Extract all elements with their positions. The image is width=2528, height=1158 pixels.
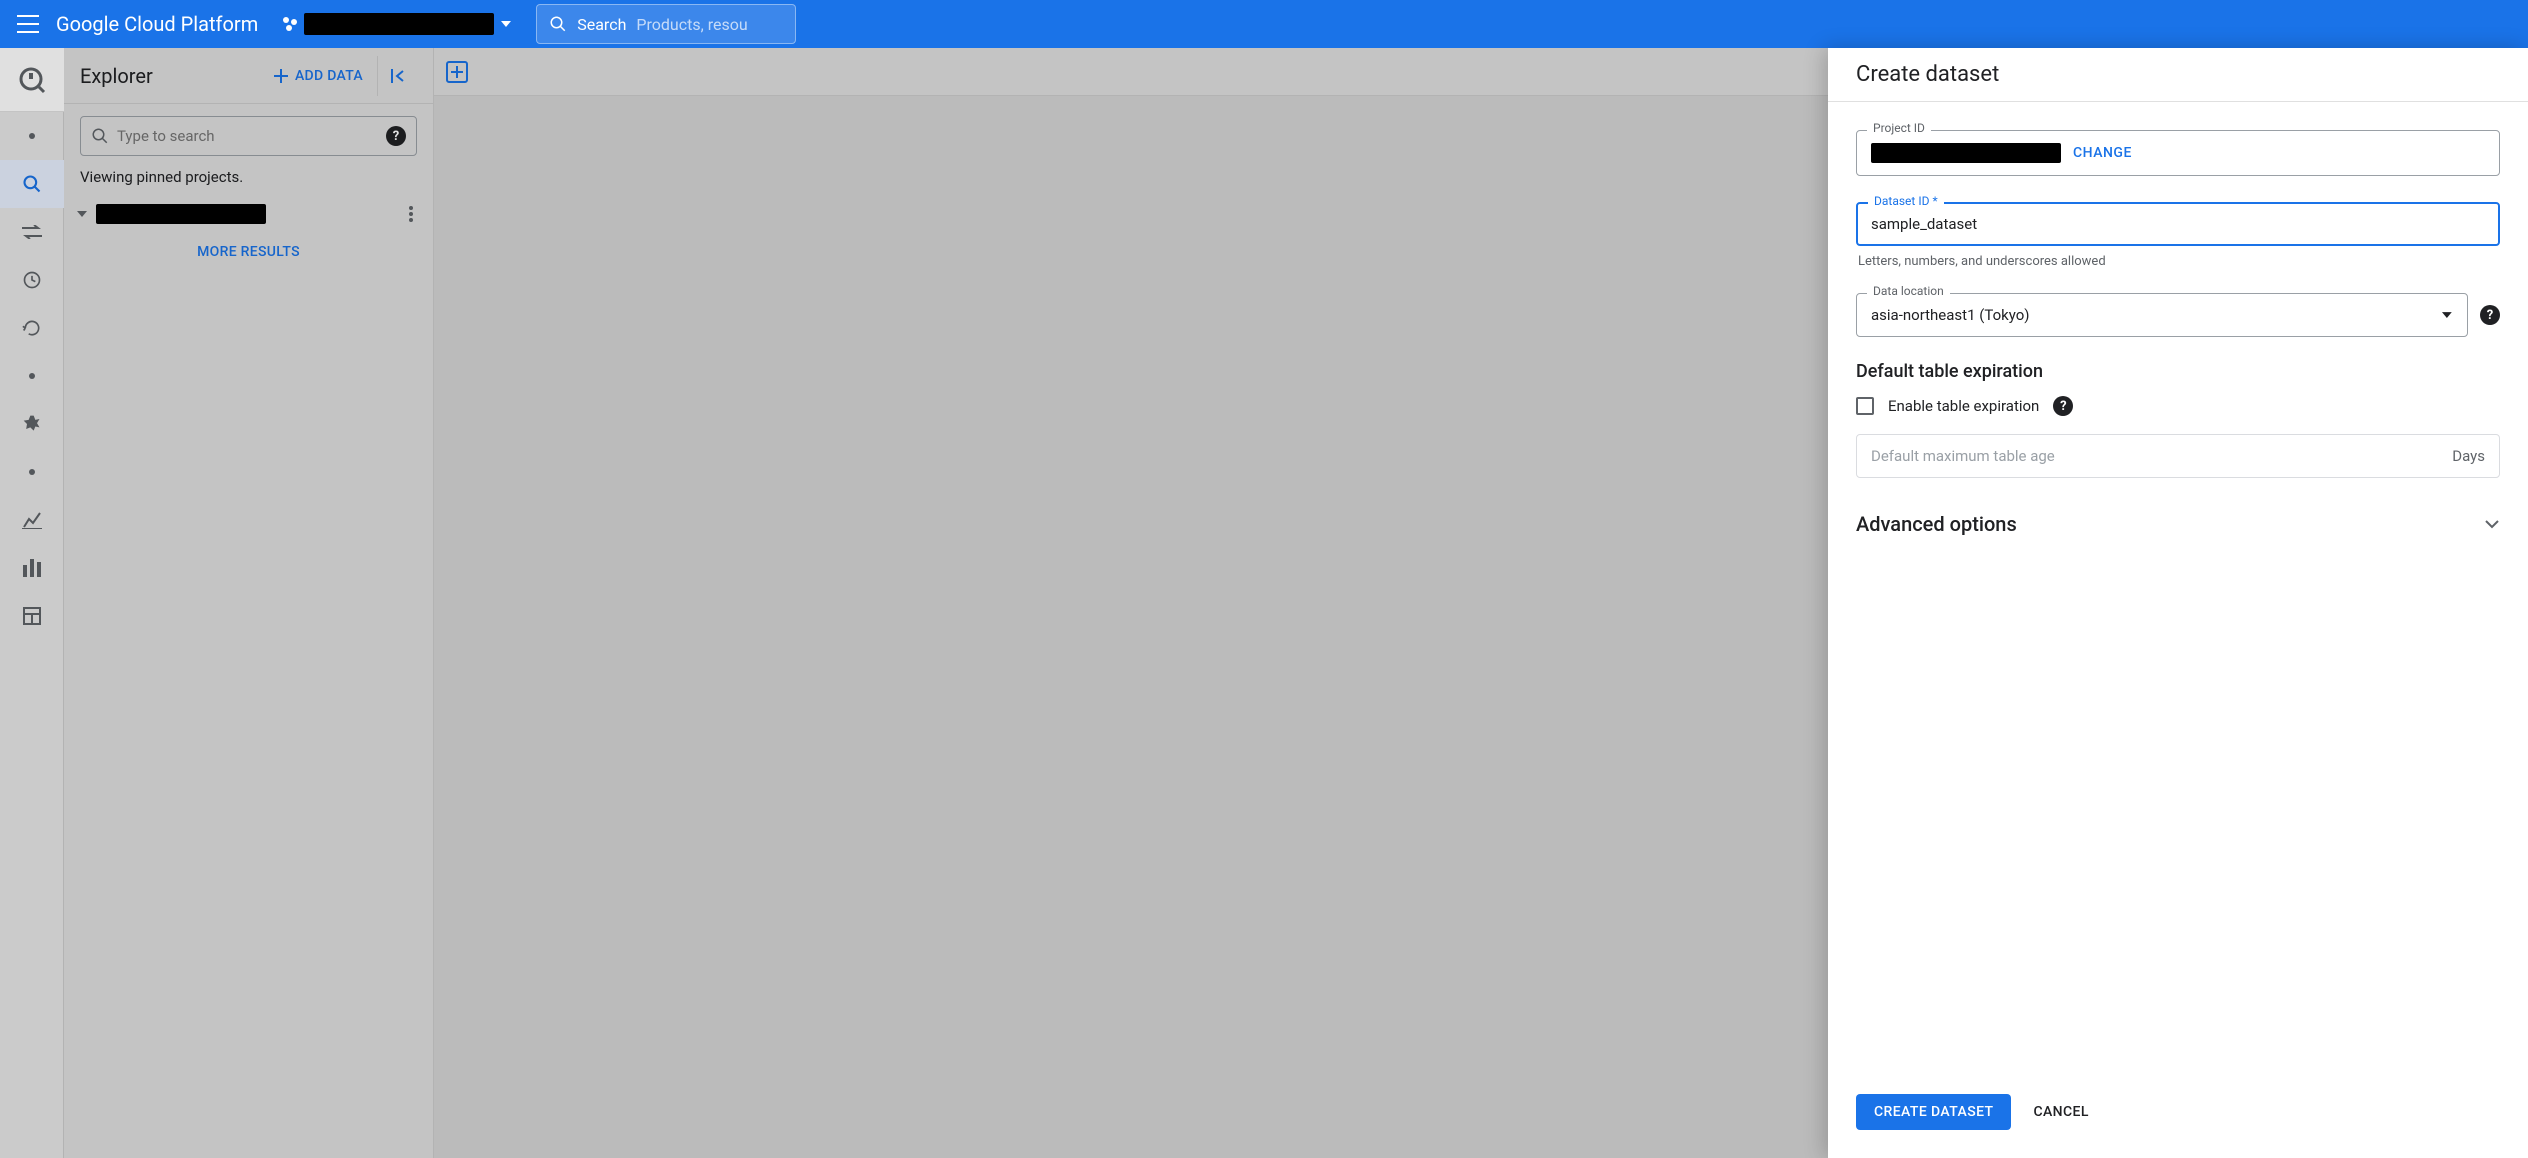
project-tree-row[interactable]: [64, 196, 433, 232]
project-actions-menu[interactable]: [401, 202, 421, 226]
rail-item-bi[interactable]: [0, 544, 64, 592]
chevron-down-icon: [2484, 516, 2500, 532]
rail-item-transfers[interactable]: [0, 208, 64, 256]
menu-icon[interactable]: [8, 4, 48, 44]
explorer-title: Explorer: [80, 64, 153, 88]
table-age-placeholder: Default maximum table age: [1871, 447, 2055, 465]
dataset-id-field[interactable]: Dataset ID *: [1856, 202, 2500, 246]
rail-home-icon[interactable]: [0, 48, 64, 112]
dataset-id-helper: Letters, numbers, and underscores allowe…: [1858, 254, 2498, 269]
viewing-pinned-text: Viewing pinned projects.: [64, 164, 433, 196]
project-selector[interactable]: [282, 13, 512, 35]
global-search[interactable]: Search Products, resou: [536, 4, 796, 44]
rail-item-analytics[interactable]: [0, 496, 64, 544]
project-name-redacted: [96, 204, 266, 224]
data-location-value: asia-northeast1 (Tokyo): [1871, 306, 2441, 324]
data-location-label: Data location: [1867, 284, 1950, 298]
expiration-section-title: Default table expiration: [1856, 361, 2500, 382]
dataset-id-input[interactable]: [1871, 215, 2485, 233]
plus-icon: [451, 66, 463, 78]
explorer-panel: Explorer ADD DATA ? Viewing pinned proje…: [64, 48, 434, 1158]
project-icon: [282, 16, 298, 32]
search-hint: Products, resou: [636, 15, 747, 34]
rail-item-search[interactable]: [0, 160, 64, 208]
drawer-title: Create dataset: [1828, 48, 2528, 102]
explorer-search[interactable]: ?: [80, 116, 417, 156]
project-id-value-redacted: [1871, 143, 2061, 163]
rail-item-table[interactable]: [0, 592, 64, 640]
data-location-select[interactable]: Data location asia-northeast1 (Tokyo): [1856, 293, 2468, 337]
dataset-id-label: Dataset ID *: [1868, 194, 1944, 208]
enable-expiration-checkbox[interactable]: [1856, 397, 1874, 415]
search-icon: [91, 127, 109, 145]
new-tab-button[interactable]: [446, 61, 468, 83]
project-id-field: Project ID CHANGE: [1856, 130, 2500, 176]
left-icon-rail: [0, 48, 64, 1158]
help-icon[interactable]: ?: [2053, 396, 2073, 416]
create-dataset-button[interactable]: CREATE DATASET: [1856, 1094, 2011, 1130]
rail-item-starred[interactable]: [0, 304, 64, 352]
plus-icon: [273, 68, 289, 84]
app-header: Google Cloud Platform Search Products, r…: [0, 0, 2528, 48]
chevron-down-icon: [76, 208, 88, 220]
collapse-panel-button[interactable]: [377, 56, 417, 96]
search-icon: [549, 15, 567, 33]
project-id-label: Project ID: [1867, 121, 1931, 135]
table-age-unit: Days: [2452, 447, 2485, 465]
help-icon[interactable]: ?: [386, 126, 406, 146]
advanced-options-toggle[interactable]: Advanced options: [1856, 506, 2500, 564]
rail-item-dot3[interactable]: [0, 448, 64, 496]
change-project-button[interactable]: CHANGE: [2073, 145, 2132, 161]
rail-item-settings[interactable]: [0, 400, 64, 448]
cancel-button[interactable]: CANCEL: [2029, 1094, 2092, 1130]
table-age-field: Default maximum table age Days: [1856, 434, 2500, 478]
help-icon[interactable]: ?: [2480, 305, 2500, 325]
more-results-button[interactable]: MORE RESULTS: [64, 232, 433, 272]
rail-item-history[interactable]: [0, 256, 64, 304]
brand-text: Google Cloud Platform: [56, 12, 258, 36]
search-label: Search: [577, 15, 626, 34]
explorer-search-input[interactable]: [109, 127, 386, 145]
rail-item-dot2[interactable]: [0, 352, 64, 400]
chevron-down-icon: [500, 18, 512, 30]
rail-item-dot1[interactable]: [0, 112, 64, 160]
kebab-icon: [409, 206, 413, 222]
enable-expiration-label: Enable table expiration: [1888, 397, 2039, 415]
chevron-down-icon: [2441, 309, 2453, 321]
advanced-options-title: Advanced options: [1856, 512, 2017, 536]
collapse-left-icon: [389, 67, 407, 85]
project-name-redacted: [304, 13, 494, 35]
add-data-button[interactable]: ADD DATA: [273, 68, 363, 84]
create-dataset-drawer: Create dataset Project ID CHANGE Dataset…: [1828, 48, 2528, 1158]
